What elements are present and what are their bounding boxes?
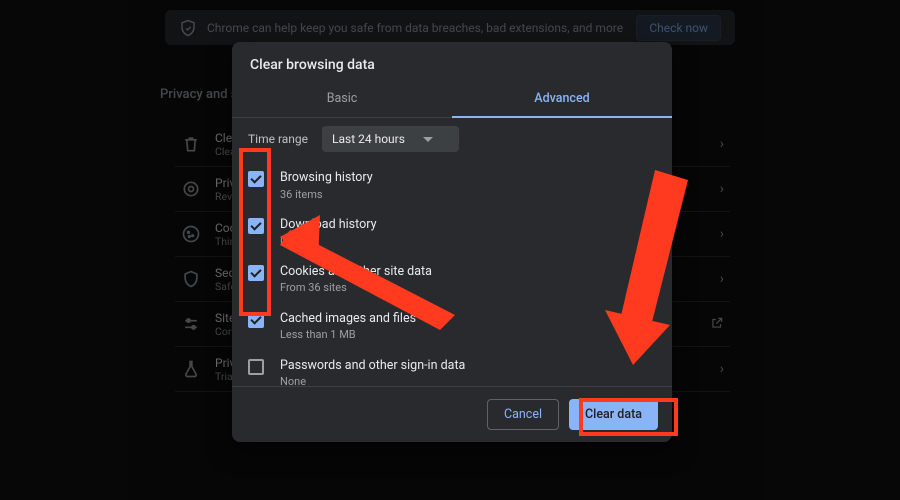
tab-advanced[interactable]: Advanced: [452, 81, 672, 117]
time-range-select[interactable]: Last 24 hours: [322, 126, 459, 152]
option-title: Browsing history: [280, 169, 373, 187]
option-title: Download history: [280, 216, 376, 234]
option-row-passwords: Passwords and other sign-in dataNone: [248, 350, 668, 386]
clear-browsing-data-dialog: Clear browsing data Basic Advanced Time …: [232, 42, 672, 442]
option-row-browsing-history: Browsing history36 items: [248, 162, 668, 209]
option-sub: From 36 sites: [280, 280, 432, 295]
option-title: Passwords and other sign-in data: [280, 357, 465, 375]
option-title: Cookies and other site data: [280, 263, 432, 281]
option-row-cookies: Cookies and other site dataFrom 36 sites: [248, 256, 668, 303]
checkbox-cookies[interactable]: [248, 265, 264, 281]
tab-basic[interactable]: Basic: [232, 81, 452, 117]
time-range-value: Last 24 hours: [332, 132, 405, 146]
cancel-button[interactable]: Cancel: [487, 399, 559, 430]
checkbox-passwords[interactable]: [248, 359, 264, 375]
checkbox-cached-images[interactable]: [248, 312, 264, 328]
checkbox-browsing-history[interactable]: [248, 171, 264, 187]
time-range-label: Time range: [248, 132, 308, 146]
option-title: Cached images and files: [280, 310, 416, 328]
clear-data-button[interactable]: Clear data: [569, 399, 658, 430]
time-range-row: Time range Last 24 hours: [248, 126, 668, 152]
option-sub: None: [280, 233, 376, 248]
option-row-download-history: Download historyNone: [248, 209, 668, 256]
option-sub: Less than 1 MB: [280, 327, 416, 342]
option-row-cached-images: Cached images and filesLess than 1 MB: [248, 303, 668, 350]
dialog-body: Time range Last 24 hours Browsing histor…: [232, 118, 672, 386]
option-sub: None: [280, 374, 465, 386]
dialog-footer: Cancel Clear data: [232, 386, 672, 442]
caret-down-icon: [423, 137, 433, 142]
dialog-title: Clear browsing data: [232, 42, 672, 81]
option-sub: 36 items: [280, 187, 373, 202]
checkbox-download-history[interactable]: [248, 218, 264, 234]
dialog-tabs: Basic Advanced: [232, 81, 672, 118]
